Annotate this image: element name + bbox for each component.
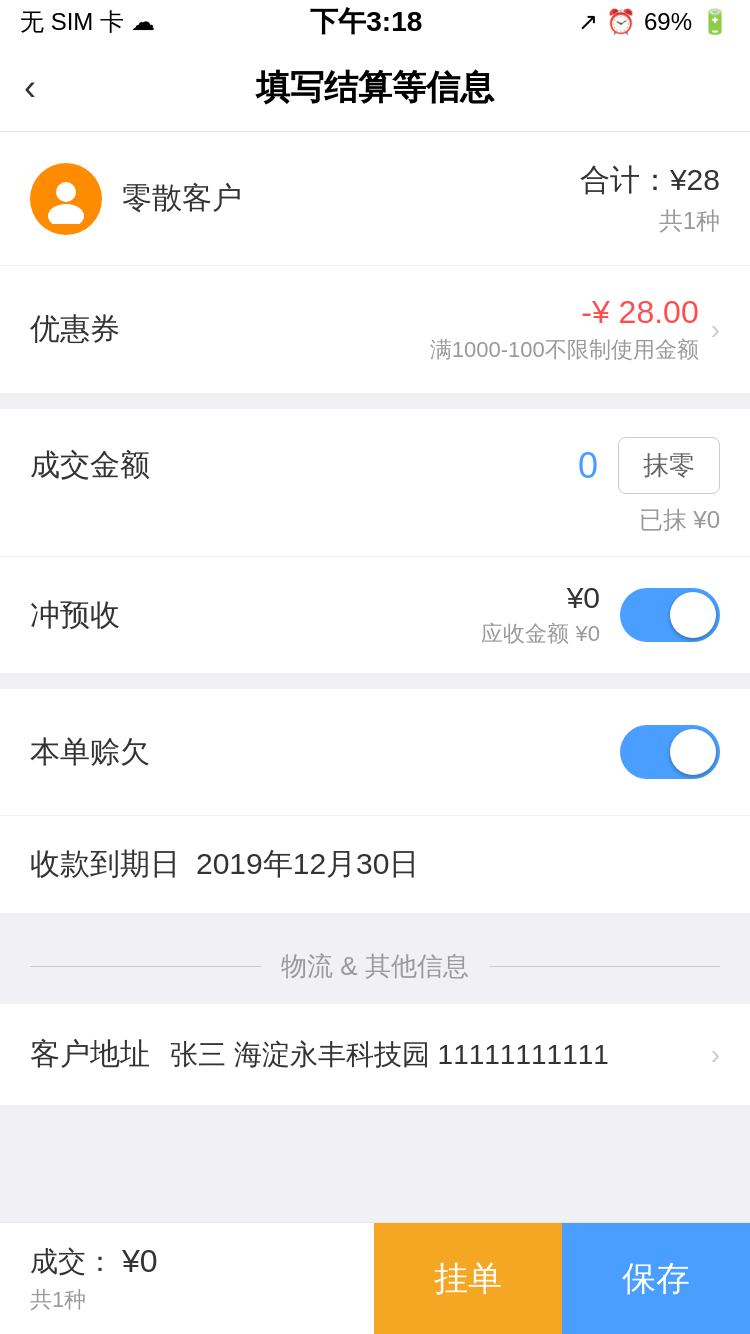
- bottom-count: 共1种: [30, 1285, 344, 1315]
- debt-label: 本单赊欠: [30, 732, 150, 773]
- status-time: 下午3:18: [310, 3, 422, 41]
- sim-wifi-label: 无 SIM 卡 ☁: [20, 6, 155, 38]
- prepayment-label: 冲预收: [30, 595, 120, 636]
- already-rounded: 已抹 ¥0: [0, 504, 750, 556]
- debt-section: 本单赊欠 收款到期日 2019年12月30日: [0, 689, 750, 913]
- address-label: 客户地址: [30, 1034, 150, 1075]
- total-count: 共1种: [580, 205, 720, 237]
- address-section: 客户地址 张三 海淀永丰科技园 11111111111 ›: [0, 1004, 750, 1105]
- transaction-section: 成交金额 0 抹零 已抹 ¥0 冲预收 ¥0 应收金额 ¥0: [0, 409, 750, 673]
- transaction-label: 成交金额: [30, 445, 150, 486]
- divider-line-left: [30, 966, 261, 967]
- customer-section: 零散客户 合计：¥28 共1种 优惠券 -¥ 28.00 满1000-100不限…: [0, 132, 750, 393]
- status-left: 无 SIM 卡 ☁: [20, 6, 155, 38]
- due-date-value: 2019年12月30日: [196, 844, 419, 885]
- bottom-deal: 成交： ¥0: [30, 1243, 344, 1281]
- alarm-icon: ⏰: [606, 8, 636, 36]
- customer-left: 零散客户: [30, 163, 242, 235]
- coupon-label: 优惠券: [30, 309, 120, 350]
- main-content: 零散客户 合计：¥28 共1种 优惠券 -¥ 28.00 满1000-100不限…: [0, 132, 750, 1241]
- nav-bar: ‹ 填写结算等信息: [0, 44, 750, 132]
- due-date-label: 收款到期日: [30, 844, 180, 885]
- section-divider: 物流 & 其他信息: [0, 929, 750, 1004]
- debt-toggle[interactable]: [620, 725, 720, 779]
- person-icon: [41, 174, 91, 224]
- customer-name: 零散客户: [122, 178, 242, 219]
- status-right: ↗ ⏰ 69% 🔋: [578, 8, 730, 36]
- toggle-knob: [670, 592, 716, 638]
- due-date-row: 收款到期日 2019年12月30日: [0, 815, 750, 913]
- transaction-right: 0 抹零: [578, 437, 720, 494]
- location-icon: ↗: [578, 8, 598, 36]
- save-button[interactable]: 保存: [562, 1223, 750, 1335]
- divider-text: 物流 & 其他信息: [281, 949, 469, 984]
- transaction-value: 0: [578, 445, 598, 487]
- customer-right: 合计：¥28 共1种: [580, 160, 720, 237]
- prepayment-value-block: ¥0 应收金额 ¥0: [481, 581, 600, 649]
- divider-line-right: [489, 966, 720, 967]
- prepayment-right: ¥0 应收金额 ¥0: [481, 581, 720, 649]
- chevron-right-icon: ›: [711, 314, 720, 346]
- prepayment-amount: ¥0: [481, 581, 600, 615]
- address-value: 张三 海淀永丰科技园 11111111111: [170, 1036, 711, 1074]
- customer-row: 零散客户 合计：¥28 共1种: [0, 132, 750, 265]
- status-bar: 无 SIM 卡 ☁ 下午3:18 ↗ ⏰ 69% 🔋: [0, 0, 750, 44]
- nav-title: 填写结算等信息: [256, 65, 494, 111]
- battery-icon: 🔋: [700, 8, 730, 36]
- coupon-value-block: -¥ 28.00 满1000-100不限制使用金额: [430, 294, 699, 365]
- address-row[interactable]: 客户地址 张三 海淀永丰科技园 11111111111 ›: [0, 1004, 750, 1105]
- prepayment-receivable: 应收金额 ¥0: [481, 619, 600, 649]
- hang-button[interactable]: 挂单: [374, 1223, 562, 1335]
- total-price: 合计：¥28: [580, 160, 720, 201]
- coupon-note: 满1000-100不限制使用金额: [430, 335, 699, 365]
- debt-toggle-knob: [670, 729, 716, 775]
- coupon-right: -¥ 28.00 满1000-100不限制使用金额 ›: [430, 294, 720, 365]
- prepayment-row: 冲预收 ¥0 应收金额 ¥0: [0, 556, 750, 673]
- back-button[interactable]: ‹: [24, 67, 36, 109]
- bottom-bar: 成交： ¥0 共1种 挂单 保存: [0, 1222, 750, 1334]
- transaction-row: 成交金额 0 抹零: [0, 409, 750, 504]
- bottom-deal-label: 成交：: [30, 1243, 114, 1281]
- prepayment-toggle[interactable]: [620, 588, 720, 642]
- debt-row: 本单赊欠: [0, 689, 750, 815]
- customer-avatar: [30, 163, 102, 235]
- svg-point-0: [56, 182, 76, 202]
- address-chevron-icon: ›: [711, 1039, 720, 1071]
- svg-point-1: [48, 204, 84, 224]
- round-button[interactable]: 抹零: [618, 437, 720, 494]
- bottom-info: 成交： ¥0 共1种: [0, 1243, 374, 1315]
- battery-label: 69%: [644, 8, 692, 36]
- coupon-row[interactable]: 优惠券 -¥ 28.00 满1000-100不限制使用金额 ›: [0, 265, 750, 393]
- bottom-deal-amount: ¥0: [122, 1243, 158, 1280]
- coupon-amount: -¥ 28.00: [430, 294, 699, 331]
